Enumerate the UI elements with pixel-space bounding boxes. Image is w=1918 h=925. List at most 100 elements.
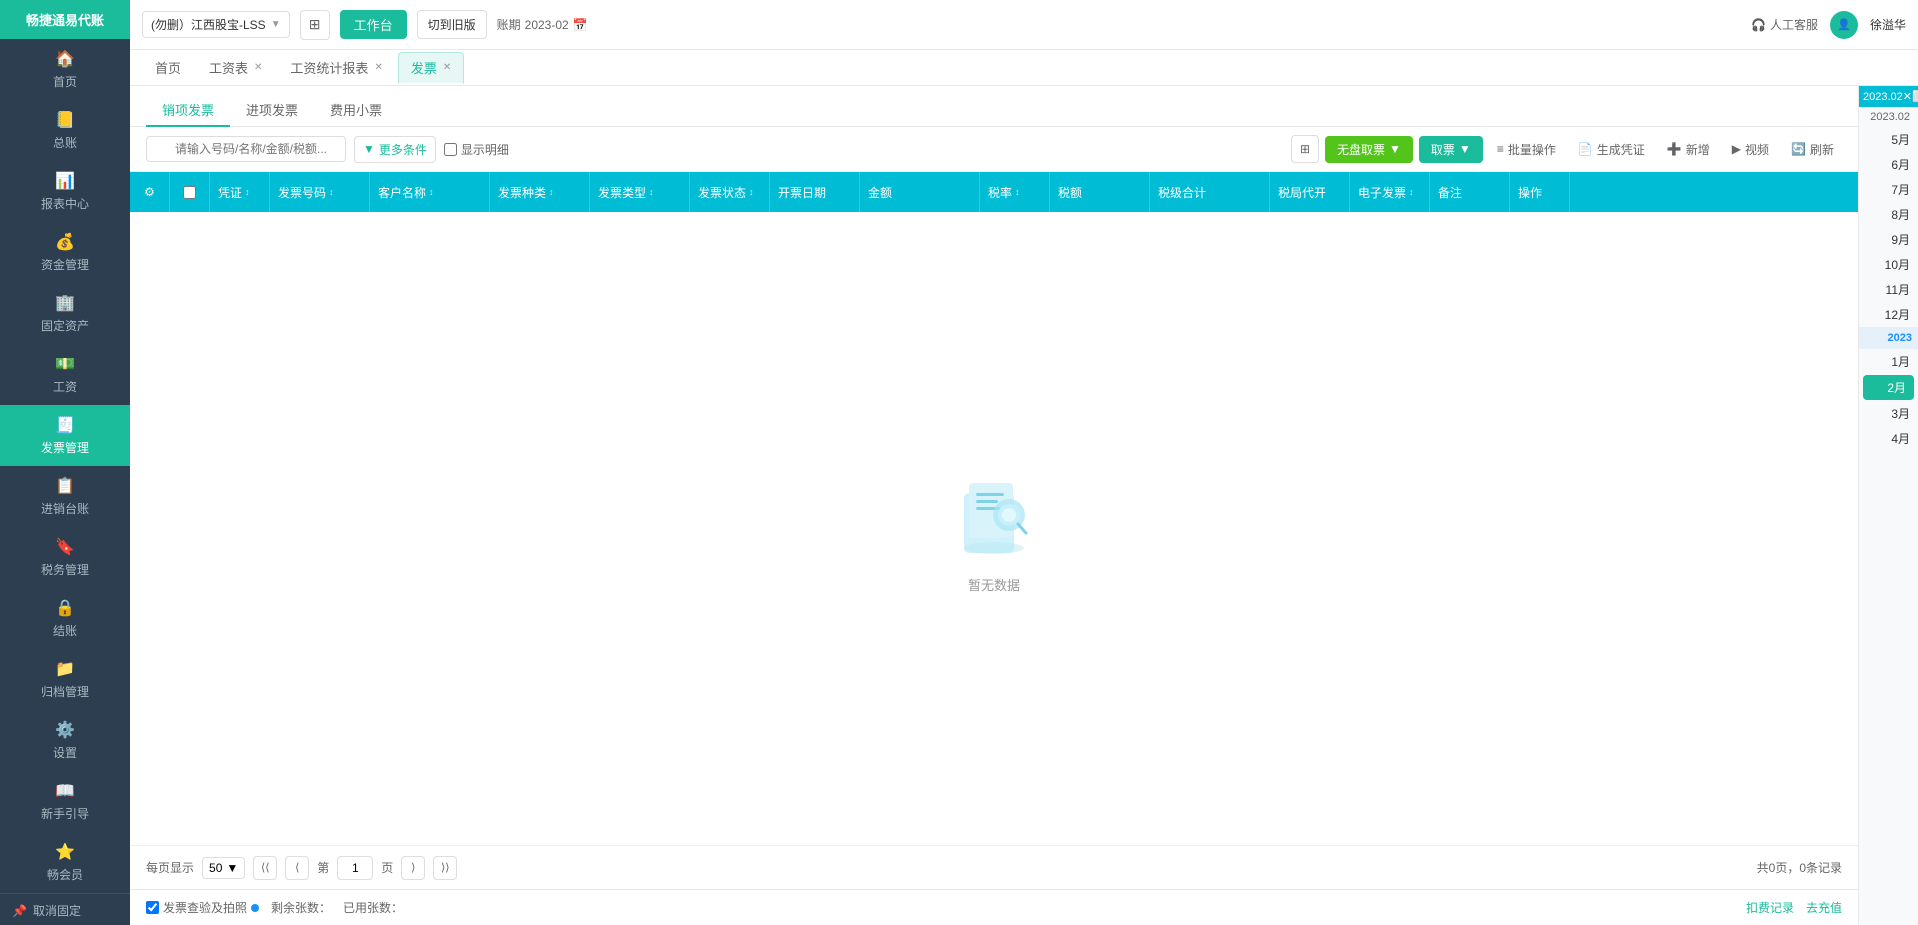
- date-month-9月[interactable]: 9月: [1859, 227, 1918, 252]
- date-month-10月[interactable]: 10月: [1859, 252, 1918, 277]
- sidebar-item-sales[interactable]: 📋进销台账: [0, 466, 130, 527]
- date-month-6月[interactable]: 6月: [1859, 152, 1918, 177]
- sidebar-item-guide[interactable]: 📖新手引导: [0, 771, 130, 832]
- date-month-5月[interactable]: 5月: [1859, 127, 1918, 152]
- show-detail-checkbox[interactable]: 显示明细: [444, 141, 509, 158]
- tab-invoice[interactable]: 发票✕: [398, 52, 464, 84]
- sort-taxrate-icon: ↕: [1015, 187, 1020, 197]
- next-page-button[interactable]: ⟩: [401, 856, 425, 880]
- date-year-2023[interactable]: 2023: [1859, 327, 1918, 349]
- th-einvoice[interactable]: 电子发票 ↕: [1350, 172, 1430, 212]
- sidebar-item-assets[interactable]: 🏢固定资产: [0, 283, 130, 344]
- service-button[interactable]: 🎧 人工客服: [1751, 16, 1818, 33]
- grid-view-button[interactable]: ⊞: [1291, 135, 1319, 163]
- batch-ops-button[interactable]: ≡ 批量操作: [1489, 137, 1564, 162]
- purchase-invoice-label: 进项发票: [246, 103, 298, 118]
- th-taxrate[interactable]: 税率 ↕: [980, 172, 1050, 212]
- tab-close-payroll-table[interactable]: ✕: [254, 63, 262, 73]
- page-size-select[interactable]: 50 ▼: [202, 857, 245, 879]
- th-invkind[interactable]: 发票类型 ↕: [590, 172, 690, 212]
- video-button[interactable]: ▶ 视频: [1724, 137, 1777, 162]
- tab-close-invoice[interactable]: ✕: [443, 63, 451, 73]
- gen-voucher-button[interactable]: 📄 生成凭证: [1570, 137, 1653, 162]
- sidebar-label-reports: 报表中心: [41, 195, 89, 212]
- search-input[interactable]: [146, 136, 346, 162]
- sidebar-item-member[interactable]: ⭐畅会员: [0, 832, 130, 893]
- tab-close-payroll-stats[interactable]: ✕: [374, 63, 382, 73]
- headset-icon: 🎧: [1751, 18, 1766, 32]
- tab-sales-invoice[interactable]: 销项发票: [146, 94, 230, 127]
- sidebar-item-payroll[interactable]: 💵工资: [0, 344, 130, 405]
- sidebar-item-archive[interactable]: 📁归档管理: [0, 649, 130, 710]
- th-date[interactable]: 开票日期: [770, 172, 860, 212]
- sidebar-label-archive: 归档管理: [41, 683, 89, 700]
- date-month-3月[interactable]: 3月: [1859, 401, 1918, 426]
- logo-text: 畅捷通易代账: [26, 10, 104, 29]
- sidebar-item-home[interactable]: 🏠首页: [0, 39, 130, 100]
- sidebar-item-ledger[interactable]: 📒总账: [0, 100, 130, 161]
- last-page-button[interactable]: ⟩⟩: [433, 856, 457, 880]
- sidebar-item-settings[interactable]: ⚙️设置: [0, 710, 130, 771]
- th-taxsum[interactable]: 税级合计: [1150, 172, 1270, 212]
- th-customer[interactable]: 客户名称 ↕: [370, 172, 490, 212]
- date-month-8月[interactable]: 8月: [1859, 202, 1918, 227]
- tab-purchase-invoice[interactable]: 进项发票: [230, 94, 314, 127]
- sidebar-item-reports[interactable]: 📊报表中心: [0, 161, 130, 222]
- date-month-12月[interactable]: 12月: [1859, 302, 1918, 327]
- sidebar-item-funds[interactable]: 💰资金管理: [0, 222, 130, 283]
- go-purchase-link[interactable]: 去充值: [1806, 899, 1842, 916]
- sidebar-item-close[interactable]: 🔒结账: [0, 588, 130, 649]
- add-record-link[interactable]: 扣费记录: [1746, 899, 1794, 916]
- tab-payroll-table[interactable]: 工资表✕: [196, 52, 275, 84]
- th-invtype[interactable]: 发票种类 ↕: [490, 172, 590, 212]
- unpin-button[interactable]: 📌 取消固定: [0, 894, 130, 925]
- workbench-button[interactable]: 工作台: [340, 10, 407, 39]
- first-page-button[interactable]: ⟨⟨: [253, 856, 277, 880]
- verify-checkbox[interactable]: [146, 901, 159, 914]
- prev-page-button[interactable]: ⟨: [285, 856, 309, 880]
- sidebar-label-tax: 税务管理: [41, 561, 89, 578]
- sidebar-item-tax[interactable]: 🔖税务管理: [0, 527, 130, 588]
- user-name[interactable]: 徐溢华: [1870, 16, 1906, 33]
- batch-label: 批量操作: [1508, 141, 1556, 158]
- invoice-sub-tabs: 销项发票 进项发票 费用小票: [130, 86, 1858, 127]
- switch-old-button[interactable]: 切到旧版: [417, 10, 487, 39]
- th-remark[interactable]: 备注: [1430, 172, 1510, 212]
- th-settings[interactable]: ⚙: [130, 172, 170, 212]
- sidebar-item-invoice[interactable]: 🧾发票管理: [0, 405, 130, 466]
- calendar-icon: 📅: [573, 18, 588, 32]
- date-month-2月[interactable]: 2月: [1863, 375, 1914, 400]
- member-icon: ⭐: [55, 842, 75, 862]
- date-month-4月[interactable]: 4月: [1859, 426, 1918, 451]
- new-button[interactable]: ➕ 新增: [1659, 137, 1718, 162]
- tab-expense-receipt[interactable]: 费用小票: [314, 94, 398, 127]
- date-month-7月[interactable]: 7月: [1859, 177, 1918, 202]
- th-taxcode[interactable]: 税局代开: [1270, 172, 1350, 212]
- date-month-11月[interactable]: 11月: [1859, 277, 1918, 302]
- no-deduct-button[interactable]: 无盘取票 ▼: [1325, 136, 1413, 163]
- show-detail-input[interactable]: [444, 143, 457, 156]
- th-invno[interactable]: 发票号码 ↕: [270, 172, 370, 212]
- invoice-verify-check[interactable]: 发票查验及拍照: [146, 899, 259, 916]
- th-tax[interactable]: 税额: [1050, 172, 1150, 212]
- dropdown-arrow-fetch-icon: ▼: [1459, 142, 1471, 156]
- th-cert[interactable]: 凭证 ↕: [210, 172, 270, 212]
- refresh-button[interactable]: 🔄 刷新: [1783, 137, 1842, 162]
- tab-payroll-stats[interactable]: 工资统计报表✕: [277, 52, 395, 84]
- page-number-input[interactable]: [337, 856, 373, 880]
- th-amount[interactable]: 金额: [860, 172, 980, 212]
- payroll-icon: 💵: [55, 354, 75, 374]
- filter-button[interactable]: ▼ 更多条件: [354, 136, 436, 163]
- th-invstatus[interactable]: 发票状态 ↕: [690, 172, 770, 212]
- user-avatar[interactable]: 👤: [1830, 11, 1858, 39]
- close-date-icon[interactable]: ✕: [1903, 90, 1912, 103]
- expand-date-icon[interactable]: ⬜: [1912, 90, 1918, 103]
- copy-icon-btn[interactable]: ⊞: [300, 10, 330, 40]
- fetch-ticket-button[interactable]: 取票 ▼: [1419, 136, 1483, 163]
- tab-home[interactable]: 首页: [142, 52, 194, 84]
- company-selector[interactable]: (勿删）江西股宝-LSS ▼: [142, 11, 290, 38]
- th-checkbox[interactable]: [170, 172, 210, 212]
- date-month-1月[interactable]: 1月: [1859, 349, 1918, 374]
- th-invkind-label: 发票类型: [598, 184, 646, 201]
- select-all-checkbox[interactable]: [183, 186, 196, 199]
